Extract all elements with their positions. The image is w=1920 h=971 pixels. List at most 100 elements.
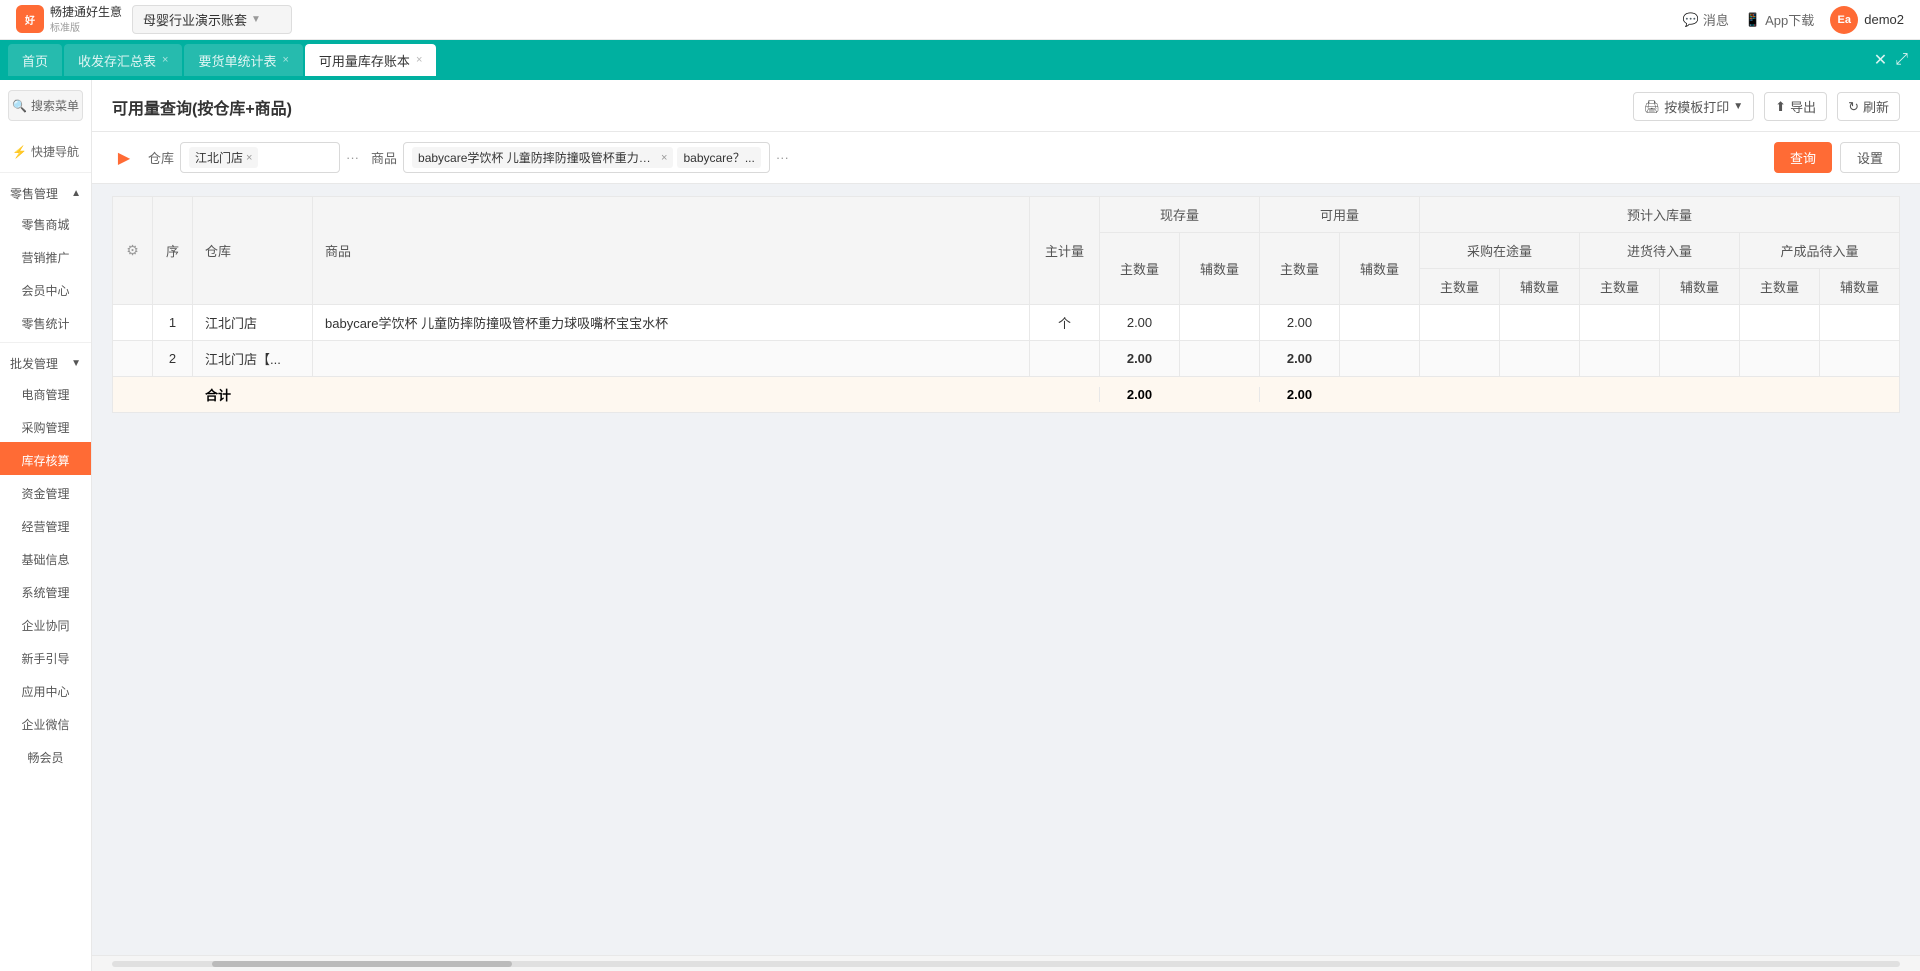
product-label: 商品 [325, 244, 351, 259]
new-guide-label: 新手引导 [21, 650, 69, 667]
sidebar: 🔍 搜索菜单 ⚡ 快捷导航 零售管理 ▲ 零售商城 营销推广 会员中心 [0, 80, 92, 971]
message-button[interactable]: 💬 消息 [1683, 10, 1729, 29]
avatar: Ea [1830, 6, 1858, 34]
system-label: 系统管理 [21, 584, 69, 601]
product-more-icon[interactable]: ··· [776, 150, 789, 165]
main-layout: 🔍 搜索菜单 ⚡ 快捷导航 零售管理 ▲ 零售商城 营销推广 会员中心 [0, 80, 1920, 971]
content-area: 可用量查询(按仓库+商品) 🖨 按模板打印 ▼ ⬆ 导出 ↻ 刷新 [92, 80, 1920, 971]
ecommerce-label: 电商管理 [21, 386, 69, 403]
app-center-label: 应用中心 [21, 683, 69, 700]
row1-pur-main [1420, 305, 1500, 341]
purchase-transit-label: 采购在途量 [1467, 244, 1532, 259]
row1-no: 1 [153, 305, 193, 341]
sidebar-item-retail-mgmt[interactable]: 零售管理 ▲ [0, 177, 91, 206]
sidebar-nav: ⚡ 快捷导航 [0, 131, 91, 173]
product-pending-label: 产成品待入量 [1780, 244, 1858, 259]
retail-stats-label: 零售统计 [21, 315, 69, 332]
row1-unit: 个 [1030, 305, 1100, 341]
inbound-pending-label: 进货待入量 [1627, 244, 1692, 259]
product-filter-input[interactable]: babycare学饮杯 儿童防摔防撞吸管杯重力球吸嘴杯宝宝水杯 × babyca… [403, 142, 770, 173]
tab-close-all-icon[interactable]: ✕ [1874, 50, 1887, 70]
retail-mgmt-arrow: ▲ [71, 188, 81, 199]
refresh-button[interactable]: ↻ 刷新 [1837, 92, 1900, 121]
tab-available[interactable]: 可用量库存账本 × [305, 44, 436, 76]
refresh-icon: ↻ [1848, 99, 1859, 115]
sidebar-item-basic-info[interactable]: 基础信息 [0, 541, 91, 574]
available-label: 可用量 [1320, 208, 1359, 223]
sidebar-item-ecommerce[interactable]: 电商管理 [0, 376, 91, 409]
sidebar-item-retail-mall[interactable]: 零售商城 [0, 206, 91, 239]
row2-no: 2 [153, 341, 193, 377]
filter-actions: 查询 设置 [1774, 142, 1900, 173]
warehouse-tag-1: 江北门店 × [189, 147, 258, 168]
tab-order[interactable]: 要货单统计表 × [184, 44, 302, 76]
logo-sub: 标准版 [50, 19, 122, 34]
settings-button[interactable]: 设置 [1840, 142, 1900, 173]
top-bar-right: 💬 消息 📱 App下载 Ea demo2 [1683, 6, 1904, 34]
refresh-label: 刷新 [1863, 97, 1889, 116]
row2-inb-main [1580, 341, 1660, 377]
export-label: 导出 [1790, 97, 1816, 116]
warehouse-tag-remove[interactable]: × [246, 152, 252, 164]
sidebar-item-retail-stats[interactable]: 零售统计 [0, 305, 91, 338]
sidebar-item-operations[interactable]: 经营管理 [0, 508, 91, 541]
top-bar-left: 好 畅捷通好生意 标准版 母婴行业演示账套 ▼ [16, 5, 292, 34]
query-button[interactable]: 查询 [1774, 142, 1832, 173]
summary-row: 合计 2.00 2.00 [112, 377, 1900, 413]
finance-label: 资金管理 [21, 485, 69, 502]
tab-bar-right: ✕ ⤢ [1874, 50, 1920, 70]
sidebar-item-finance[interactable]: 资金管理 [0, 475, 91, 508]
sidebar-item-vip[interactable]: 畅会员 [0, 739, 91, 772]
inbound-pending-header: 进货待入量 [1580, 233, 1740, 269]
tab-collect[interactable]: 收发存汇总表 × [64, 44, 182, 76]
sidebar-item-purchase[interactable]: 采购管理 [0, 409, 91, 442]
table-settings-icon[interactable]: ⚙ [126, 242, 139, 258]
tab-collect-close[interactable]: × [162, 54, 168, 66]
logo-area: 好 畅捷通好生意 标准版 [16, 5, 122, 34]
sidebar-item-system[interactable]: 系统管理 [0, 574, 91, 607]
tab-order-close[interactable]: × [282, 54, 288, 66]
expand-icon: ▶ [118, 148, 130, 168]
summary-stock-main: 2.00 [1099, 387, 1179, 402]
warehouse-more-icon[interactable]: ··· [346, 150, 359, 165]
product-tag-1-remove[interactable]: × [661, 152, 667, 164]
logo-icon: 好 [16, 5, 44, 33]
sidebar-section: 零售管理 ▲ 零售商城 营销推广 会员中心 零售统计 [0, 173, 91, 342]
template-print-button[interactable]: 🖨 按模板打印 ▼ [1633, 92, 1754, 121]
row1-avail-aux [1340, 305, 1420, 341]
tab-expand-icon[interactable]: ⤢ [1895, 51, 1908, 69]
expand-filter-button[interactable]: ▶ [112, 146, 136, 170]
sidebar-item-marketing[interactable]: 营销推广 [0, 239, 91, 272]
tab-home[interactable]: 首页 [8, 44, 62, 76]
planned-inbound-group-header: 预计入库量 [1420, 197, 1900, 233]
tab-available-close[interactable]: × [416, 54, 422, 66]
sidebar-group-wholesale: 批发管理 ▼ 电商管理 采购管理 库存核算 资金管理 经营管理 基础信息 系 [0, 342, 91, 776]
product-pending-header: 产成品待入量 [1740, 233, 1900, 269]
warehouse-filter-input[interactable]: 江北门店 × [180, 142, 340, 173]
marketing-label: 营销推广 [21, 249, 69, 266]
sidebar-item-new-guide[interactable]: 新手引导 [0, 640, 91, 673]
user-area[interactable]: Ea demo2 [1830, 6, 1904, 34]
sidebar-item-wholesale-mgmt[interactable]: 批发管理 ▼ [0, 347, 91, 376]
no-label: 序 [166, 244, 179, 259]
sidebar-item-enterprise[interactable]: 企业协同 [0, 607, 91, 640]
row1-avail-main: 2.00 [1260, 305, 1340, 341]
scroll-thumb[interactable] [212, 961, 512, 967]
inb-aux-label: 辅数量 [1680, 280, 1719, 295]
sidebar-item-enterprise-wechat[interactable]: 企业微信 [0, 706, 91, 739]
export-button[interactable]: ⬆ 导出 [1764, 92, 1827, 121]
search-menu-button[interactable]: 🔍 搜索菜单 [8, 90, 83, 121]
app-download-button[interactable]: 📱 App下载 [1745, 10, 1814, 29]
horizontal-scrollbar[interactable] [112, 961, 1900, 967]
sidebar-item-quick-nav[interactable]: ⚡ 快捷导航 [0, 135, 91, 168]
retail-mall-label: 零售商城 [21, 216, 69, 233]
page-header: 可用量查询(按仓库+商品) 🖨 按模板打印 ▼ ⬆ 导出 ↻ 刷新 [92, 80, 1920, 132]
inb-main-label: 主数量 [1600, 280, 1639, 295]
planned-inbound-label: 预计入库量 [1627, 208, 1692, 223]
sidebar-item-app-center[interactable]: 应用中心 [0, 673, 91, 706]
warehouse-tag-text: 江北门店 [195, 149, 243, 166]
industry-selector[interactable]: 母婴行业演示账套 ▼ [132, 5, 292, 34]
sidebar-item-inventory[interactable]: 库存核算 [0, 442, 91, 475]
sidebar-item-member[interactable]: 会员中心 [0, 272, 91, 305]
inb-aux-header: 辅数量 [1660, 269, 1740, 305]
